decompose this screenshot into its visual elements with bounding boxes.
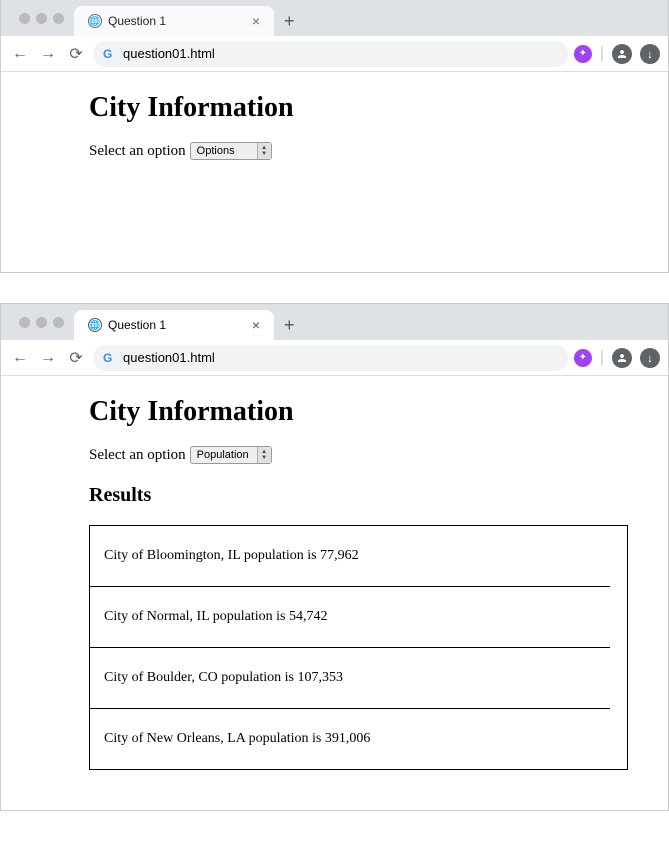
maximize-window-icon[interactable] <box>53 317 64 328</box>
select-row: Select an option Population ▲▼ <box>89 446 628 464</box>
back-button[interactable]: ← <box>9 43 31 65</box>
separator: | <box>600 349 604 367</box>
close-window-icon[interactable] <box>19 13 30 24</box>
tab-title: Question 1 <box>108 14 166 28</box>
reload-button[interactable]: ⟳ <box>65 347 87 369</box>
table-row: City of Boulder, CO population is 107,35… <box>90 648 610 709</box>
browser-window-2: 🌐 Question 1 × + ← → ⟳ G question01.html… <box>0 303 669 811</box>
profile-icon[interactable] <box>612 44 632 64</box>
select-label: Select an option <box>89 447 186 464</box>
minimize-window-icon[interactable] <box>36 317 47 328</box>
close-window-icon[interactable] <box>19 317 30 328</box>
results-heading: Results <box>89 484 628 507</box>
chevron-updown-icon: ▲▼ <box>257 447 271 463</box>
window-controls <box>9 304 74 340</box>
new-tab-button[interactable]: + <box>274 310 305 340</box>
close-tab-icon[interactable]: × <box>252 13 260 29</box>
reload-button[interactable]: ⟳ <box>65 43 87 65</box>
dropdown-value: Options <box>191 145 257 157</box>
chevron-updown-icon: ▲▼ <box>257 143 271 159</box>
dropdown-value: Population <box>191 449 257 461</box>
url-text: question01.html <box>123 350 215 365</box>
forward-button[interactable]: → <box>37 43 59 65</box>
extension-icon[interactable]: ✦ <box>574 45 592 63</box>
results-table: City of Bloomington, IL population is 77… <box>89 525 628 770</box>
browser-tab[interactable]: 🌐 Question 1 × <box>74 310 274 340</box>
toolbar-right: ✦ | ↓ <box>574 348 660 368</box>
address-bar: ← → ⟳ G question01.html ✦ | ↓ <box>1 340 668 376</box>
toolbar-right: ✦ | ↓ <box>574 44 660 64</box>
google-icon: G <box>103 47 117 61</box>
page-heading: City Information <box>89 396 628 428</box>
download-icon[interactable]: ↓ <box>640 44 660 64</box>
page-heading: City Information <box>89 92 628 124</box>
close-tab-icon[interactable]: × <box>252 317 260 333</box>
url-text: question01.html <box>123 46 215 61</box>
url-input[interactable]: G question01.html <box>93 345 568 371</box>
options-dropdown[interactable]: Population ▲▼ <box>190 446 272 464</box>
globe-icon: 🌐 <box>88 14 102 28</box>
back-button[interactable]: ← <box>9 347 31 369</box>
options-dropdown[interactable]: Options ▲▼ <box>190 142 272 160</box>
forward-button[interactable]: → <box>37 347 59 369</box>
table-row: City of Bloomington, IL population is 77… <box>90 526 610 587</box>
minimize-window-icon[interactable] <box>36 13 47 24</box>
tab-bar: 🌐 Question 1 × + <box>1 304 668 340</box>
globe-icon: 🌐 <box>88 318 102 332</box>
new-tab-button[interactable]: + <box>274 6 305 36</box>
table-row: City of New Orleans, LA population is 39… <box>90 709 610 769</box>
select-row: Select an option Options ▲▼ <box>89 142 628 160</box>
browser-window-1: 🌐 Question 1 × + ← → ⟳ G question01.html… <box>0 0 669 273</box>
extension-icon[interactable]: ✦ <box>574 349 592 367</box>
url-input[interactable]: G question01.html <box>93 41 568 67</box>
select-label: Select an option <box>89 143 186 160</box>
maximize-window-icon[interactable] <box>53 13 64 24</box>
tab-bar: 🌐 Question 1 × + <box>1 0 668 36</box>
profile-icon[interactable] <box>612 348 632 368</box>
tab-title: Question 1 <box>108 318 166 332</box>
google-icon: G <box>103 351 117 365</box>
download-icon[interactable]: ↓ <box>640 348 660 368</box>
separator: | <box>600 45 604 63</box>
page-content: City Information Select an option Option… <box>1 72 668 272</box>
page-content: City Information Select an option Popula… <box>1 376 668 810</box>
address-bar: ← → ⟳ G question01.html ✦ | ↓ <box>1 36 668 72</box>
window-controls <box>9 0 74 36</box>
browser-tab[interactable]: 🌐 Question 1 × <box>74 6 274 36</box>
table-row: City of Normal, IL population is 54,742 <box>90 587 610 648</box>
